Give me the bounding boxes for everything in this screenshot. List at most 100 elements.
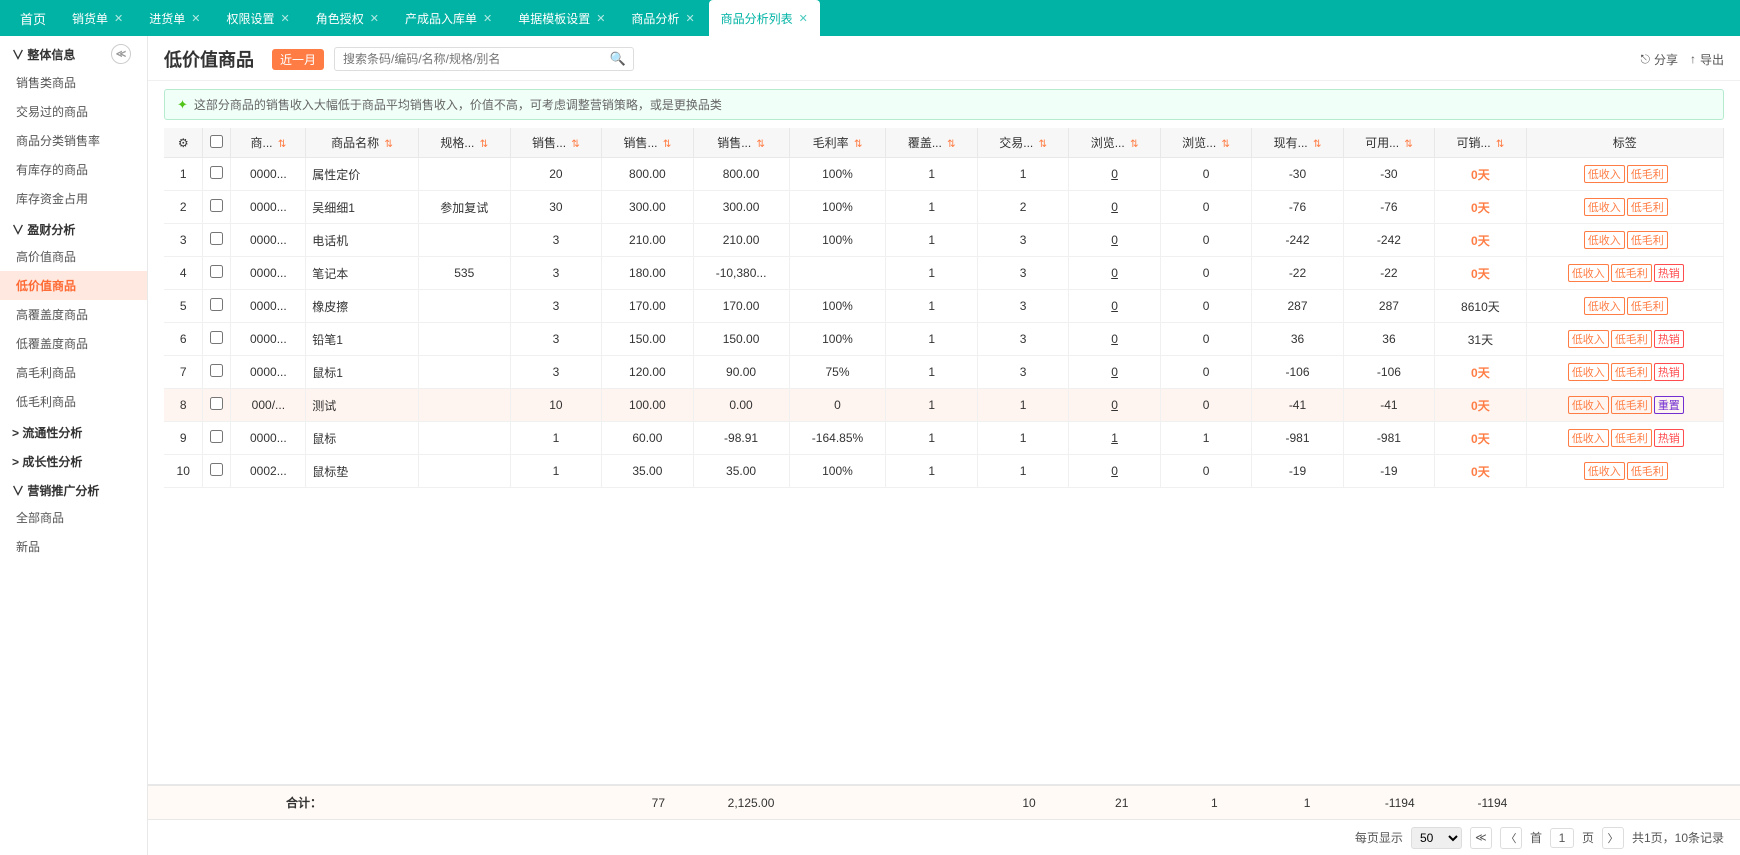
col-checkbox[interactable] [203, 128, 231, 158]
browse-link[interactable]: 0 [1111, 365, 1118, 379]
col-sales-gross[interactable]: 销售... ⇅ [693, 128, 789, 158]
row-checkbox[interactable] [210, 298, 223, 311]
col-saleable[interactable]: 可销... ⇅ [1435, 128, 1526, 158]
close-icon[interactable]: ✕ [799, 12, 808, 25]
close-icon[interactable]: ✕ [114, 12, 123, 25]
sidebar-item-new-goods[interactable]: 新品 [0, 532, 147, 561]
row-checkbox[interactable] [210, 166, 223, 179]
browse-link[interactable]: 0 [1111, 233, 1118, 247]
sidebar-item-high-value[interactable]: 高价值商品 [0, 242, 147, 271]
col-gross-rate[interactable]: 毛利率 ⇅ [789, 128, 886, 158]
col-sales-qty[interactable]: 销售... ⇅ [510, 128, 601, 158]
col-available[interactable]: 可用... ⇅ [1343, 128, 1434, 158]
sidebar-item-traded-goods[interactable]: 交易过的商品 [0, 97, 147, 126]
row-checkbox[interactable] [210, 463, 223, 476]
share-button[interactable]: ⎋ 分享 [1640, 51, 1678, 68]
browse-link[interactable]: 1 [1111, 431, 1118, 445]
nav-tab-analysis-list[interactable]: 商品分析列表 ✕ [709, 0, 820, 36]
close-icon[interactable]: ✕ [596, 12, 605, 25]
sidebar-group-marketing[interactable]: ∨ 营销推广分析 [0, 474, 147, 503]
row-browse1[interactable]: 0 [1069, 224, 1160, 257]
close-icon[interactable]: ✕ [370, 12, 379, 25]
sidebar-item-low-coverage[interactable]: 低覆盖度商品 [0, 329, 147, 358]
row-checkbox[interactable] [210, 265, 223, 278]
row-browse1[interactable]: 0 [1069, 389, 1160, 422]
row-checkbox-cell[interactable] [203, 191, 231, 224]
row-browse1[interactable]: 0 [1069, 455, 1160, 488]
per-page-select[interactable]: 50 100 200 [1411, 827, 1462, 849]
row-checkbox-cell[interactable] [203, 290, 231, 323]
row-checkbox-cell[interactable] [203, 422, 231, 455]
row-browse1[interactable]: 1 [1069, 422, 1160, 455]
close-icon[interactable]: ✕ [191, 12, 200, 25]
sidebar-group-flow[interactable]: > 流通性分析 [0, 416, 147, 445]
next-page-button[interactable]: 〉 [1602, 827, 1624, 849]
row-checkbox-cell[interactable] [203, 389, 231, 422]
current-page[interactable]: 1 [1550, 828, 1574, 848]
sidebar-item-high-coverage[interactable]: 高覆盖度商品 [0, 300, 147, 329]
nav-tab-templates[interactable]: 单据模板设置 ✕ [506, 0, 617, 36]
sidebar-group-growth[interactable]: > 成长性分析 [0, 445, 147, 474]
sidebar-item-stock-goods[interactable]: 有库存的商品 [0, 155, 147, 184]
sidebar-item-stock-capital[interactable]: 库存资金占用 [0, 184, 147, 213]
col-name[interactable]: 商品名称 ⇅ [306, 128, 419, 158]
col-trade[interactable]: 交易... ⇅ [977, 128, 1068, 158]
nav-tab-inventory[interactable]: 产成品入库单 ✕ [393, 0, 504, 36]
sidebar-item-low-value[interactable]: 低价值商品 [0, 271, 147, 300]
row-checkbox[interactable] [210, 397, 223, 410]
row-checkbox[interactable] [210, 199, 223, 212]
browse-link[interactable]: 0 [1111, 464, 1118, 478]
row-browse1[interactable]: 0 [1069, 158, 1160, 191]
row-checkbox-cell[interactable] [203, 323, 231, 356]
close-icon[interactable]: ✕ [685, 12, 694, 25]
col-browse2[interactable]: 浏览... ⇅ [1160, 128, 1251, 158]
col-code[interactable]: 商... ⇅ [231, 128, 306, 158]
col-sales-amount[interactable]: 销售... ⇅ [602, 128, 693, 158]
row-checkbox-cell[interactable] [203, 224, 231, 257]
row-checkbox-cell[interactable] [203, 356, 231, 389]
sidebar-item-all-goods[interactable]: 全部商品 [0, 503, 147, 532]
search-icon[interactable]: 🔍 [610, 51, 626, 67]
row-checkbox-cell[interactable] [203, 455, 231, 488]
sidebar-item-high-margin[interactable]: 高毛利商品 [0, 358, 147, 387]
filter-button[interactable]: 近一月 [272, 49, 324, 70]
col-browse1[interactable]: 浏览... ⇅ [1069, 128, 1160, 158]
nav-tab-sales[interactable]: 销货单 ✕ [60, 0, 135, 36]
row-browse1[interactable]: 0 [1069, 323, 1160, 356]
export-button[interactable]: ↑ 导出 [1690, 51, 1724, 68]
row-browse1[interactable]: 0 [1069, 356, 1160, 389]
row-checkbox[interactable] [210, 331, 223, 344]
col-current[interactable]: 现有... ⇅ [1252, 128, 1343, 158]
col-coverage[interactable]: 覆盖... ⇅ [886, 128, 977, 158]
browse-link[interactable]: 0 [1111, 332, 1118, 346]
nav-tab-home[interactable]: 首页 [8, 0, 58, 36]
row-browse1[interactable]: 0 [1069, 290, 1160, 323]
row-browse1[interactable]: 0 [1069, 257, 1160, 290]
browse-link[interactable]: 0 [1111, 266, 1118, 280]
select-all-checkbox[interactable] [210, 135, 223, 148]
sidebar-item-sales-goods[interactable]: 销售类商品 [0, 68, 147, 97]
row-checkbox[interactable] [210, 364, 223, 377]
prev-page-button[interactable]: 〈 [1500, 827, 1522, 849]
browse-link[interactable]: 0 [1111, 398, 1118, 412]
nav-tab-roles[interactable]: 角色授权 ✕ [304, 0, 391, 36]
row-checkbox-cell[interactable] [203, 257, 231, 290]
browse-link[interactable]: 0 [1111, 167, 1118, 181]
row-browse1[interactable]: 0 [1069, 191, 1160, 224]
col-settings[interactable]: ⚙ [164, 128, 203, 158]
row-checkbox[interactable] [210, 430, 223, 443]
browse-link[interactable]: 0 [1111, 200, 1118, 214]
close-icon[interactable]: ✕ [483, 12, 492, 25]
nav-tab-permissions[interactable]: 权限设置 ✕ [214, 0, 301, 36]
sidebar-group-overall[interactable]: ∨ 整体信息 ≪ [0, 36, 147, 68]
close-icon[interactable]: ✕ [281, 12, 290, 25]
nav-tab-purchase[interactable]: 进货单 ✕ [137, 0, 212, 36]
table-container[interactable]: ⚙ 商... ⇅ 商品名称 ⇅ 规格... ⇅ 销售... ⇅ 销售... ⇅ … [164, 128, 1724, 784]
row-checkbox-cell[interactable] [203, 158, 231, 191]
sidebar-item-category-rate[interactable]: 商品分类销售率 [0, 126, 147, 155]
row-checkbox[interactable] [210, 232, 223, 245]
first-page-button[interactable]: ≪ [1470, 827, 1492, 849]
sidebar-item-low-margin[interactable]: 低毛利商品 [0, 387, 147, 416]
nav-tab-analysis[interactable]: 商品分析 ✕ [619, 0, 706, 36]
browse-link[interactable]: 0 [1111, 299, 1118, 313]
